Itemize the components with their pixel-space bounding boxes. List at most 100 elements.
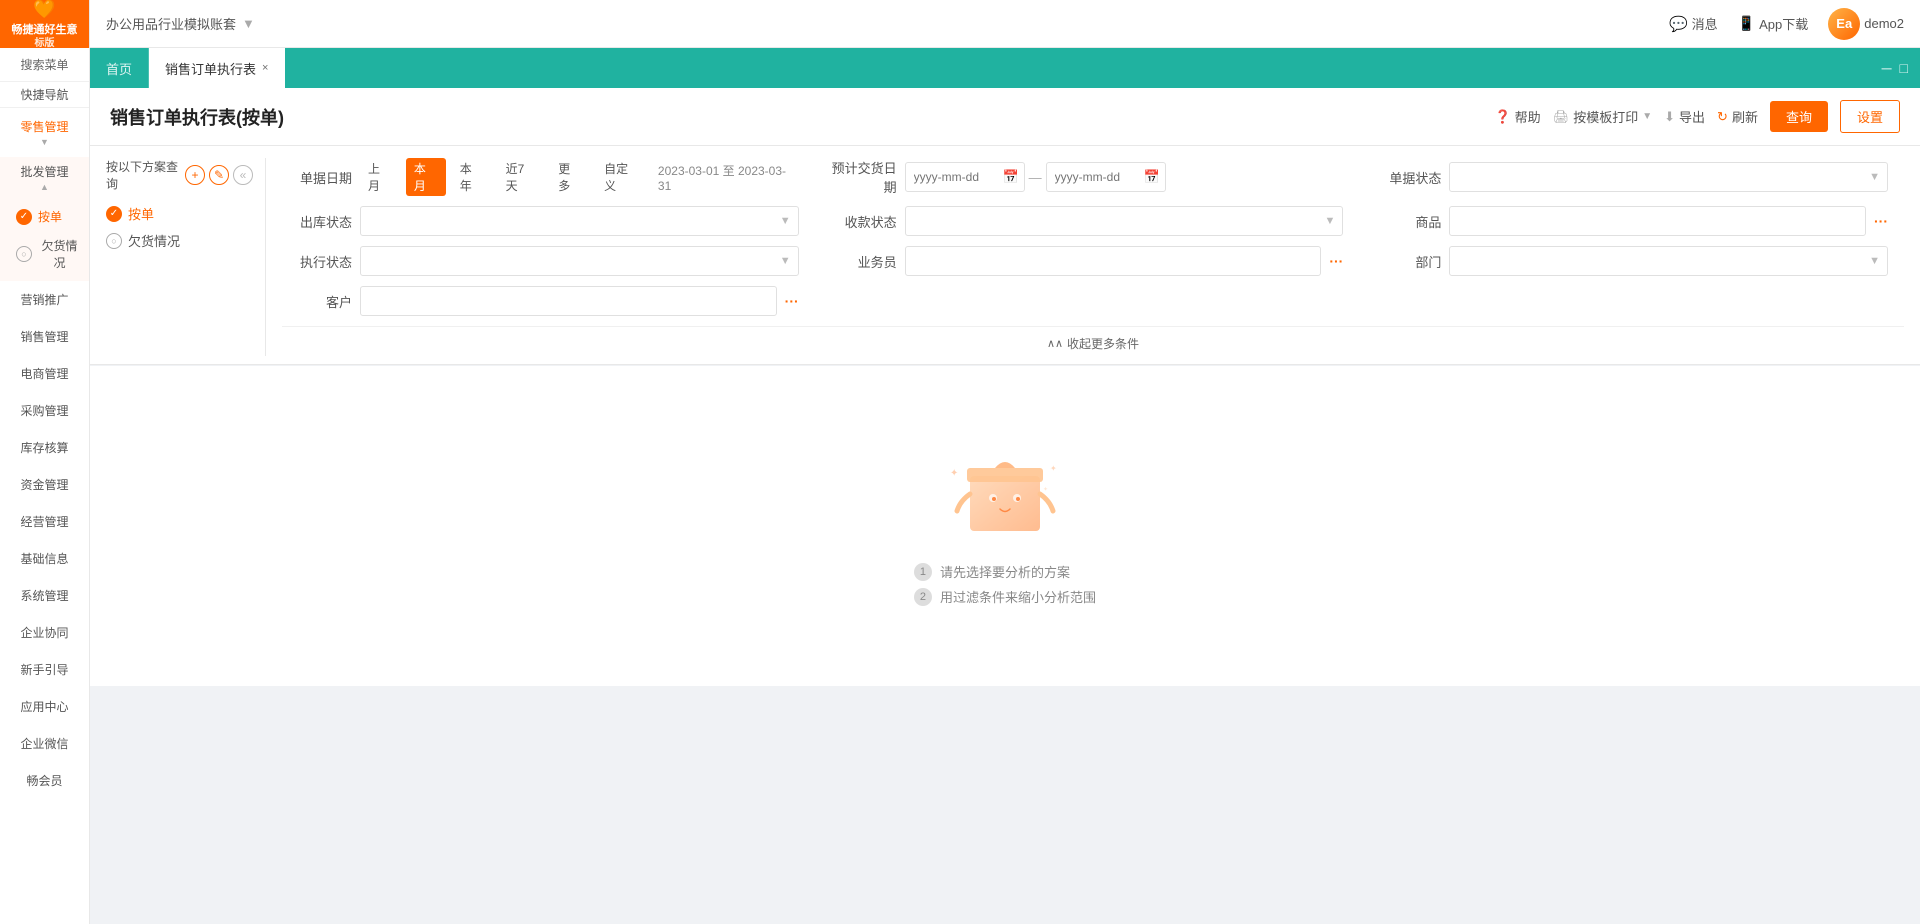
sidebar-item-wechat[interactable]: 企业微信	[0, 725, 89, 762]
outbound-select[interactable]	[360, 206, 799, 236]
sidebar-item-member-label: 畅会员	[26, 772, 62, 789]
scheme-item-欠货-label: 欠货情况	[128, 231, 180, 250]
export-button[interactable]: ⬇ 导出	[1664, 107, 1705, 126]
window-maximize-icon[interactable]: □	[1900, 60, 1908, 76]
tab-sales-order[interactable]: 销售订单执行表 ×	[149, 48, 285, 88]
sidebar-subitem-欠货[interactable]: ○ 欠货情况	[0, 231, 89, 277]
sidebar-item-finance[interactable]: 资金管理	[0, 466, 89, 503]
sidebar-item-enterprise[interactable]: 企业协同	[0, 614, 89, 651]
circle-outline-icon: ○	[16, 246, 32, 262]
sidebar-item-operations-label: 经营管理	[20, 513, 68, 530]
msg-icon: 💬	[1669, 15, 1688, 33]
collapse-scheme-button[interactable]: «	[233, 165, 253, 185]
sidebar-item-basic[interactable]: 基础信息	[0, 540, 89, 577]
payment-select-wrapper: ▼	[905, 206, 1344, 236]
payment-select[interactable]	[905, 206, 1344, 236]
settings-label: 设置	[1857, 107, 1883, 126]
status-select-wrapper: ▼	[1449, 162, 1888, 192]
inactive-scheme-icon: ○	[106, 233, 122, 249]
salesman-input[interactable]	[905, 246, 1322, 276]
subitem-欠货-label: 欠货情况	[38, 237, 81, 271]
sidebar-item-inventory[interactable]: 库存核算	[0, 429, 89, 466]
shortcut-nav[interactable]: 快捷导航	[0, 82, 89, 108]
date-custom-btn[interactable]: 自定义	[596, 158, 648, 196]
filter-sidebar-controls: + ✎ «	[185, 165, 253, 185]
outbound-select-wrapper: ▼	[360, 206, 799, 236]
date-last7-btn[interactable]: 近7天	[498, 158, 545, 196]
sidebar-item-finance-label: 资金管理	[20, 476, 68, 493]
msg-label: 消息	[1692, 14, 1718, 33]
sidebar-item-operations[interactable]: 经营管理	[0, 503, 89, 540]
sidebar-item-retail-label: 零售管理	[20, 118, 68, 135]
sidebar-item-sales[interactable]: 销售管理	[0, 318, 89, 355]
sidebar-item-purchase[interactable]: 采购管理	[0, 392, 89, 429]
empty-state: ✦ ✦ ✦ 1 请先选择要分析的方案 2 用过滤条件来缩小分析范围	[90, 366, 1920, 686]
filter-sidebar-header: 按以下方案查询 + ✎ «	[106, 158, 253, 192]
help-button[interactable]: ❓ 帮助	[1494, 107, 1540, 126]
tabs-bar: 首页 销售订单执行表 × ─ □	[90, 48, 1920, 88]
collapse-bar[interactable]: ∧∧ 收起更多条件	[282, 326, 1904, 356]
sidebar-item-newbie[interactable]: 新手引导	[0, 651, 89, 688]
payment-label: 收款状态	[827, 212, 897, 231]
delivery-end-input[interactable]	[1046, 162, 1166, 192]
tab-close-icon[interactable]: ×	[262, 62, 268, 74]
refresh-button[interactable]: ↻ 刷新	[1717, 107, 1758, 126]
scheme-item-按单[interactable]: ✓ 按单	[106, 200, 253, 227]
chevron-down-icon: ▼	[40, 137, 49, 147]
tab-home[interactable]: 首页	[90, 48, 149, 88]
header-dropdown-icon[interactable]: ▼	[242, 16, 255, 31]
customer-more-icon[interactable]: ···	[785, 293, 799, 309]
search-menu[interactable]: 搜索菜单	[0, 48, 89, 82]
user-profile[interactable]: Ea demo2	[1828, 8, 1904, 40]
customer-input[interactable]	[360, 286, 777, 316]
goods-input[interactable]	[1449, 206, 1866, 236]
msg-action[interactable]: 💬 消息	[1669, 14, 1718, 33]
date-last-month-btn[interactable]: 上月	[360, 158, 400, 196]
date-this-month-btn[interactable]: 本月	[406, 158, 446, 196]
date-this-year-btn[interactable]: 本年	[452, 158, 492, 196]
filter-col-status: 单据状态 ▼	[1371, 162, 1904, 192]
scheme-item-欠货[interactable]: ○ 欠货情况	[106, 227, 253, 254]
delivery-start-input[interactable]	[905, 162, 1025, 192]
filter-row-1: 单据日期 上月 本月 本年 近7天 更多 自定义 2023-03-01 至 20…	[282, 158, 1904, 196]
tab-home-label: 首页	[106, 59, 132, 78]
sidebar-item-system[interactable]: 系统管理	[0, 577, 89, 614]
settings-button[interactable]: 设置	[1840, 100, 1900, 133]
sidebar-item-retail[interactable]: 零售管理 ▼	[0, 108, 89, 157]
sidebar-item-wholesale[interactable]: 批发管理 ▲ ✓ 按单 ○ 欠货情况	[0, 157, 89, 281]
exec-select[interactable]	[360, 246, 799, 276]
dept-select[interactable]	[1449, 246, 1888, 276]
filter-col-exec: 执行状态 ▼	[282, 246, 815, 276]
refresh-label: 刷新	[1732, 107, 1758, 126]
date-group: 上月 本月 本年 近7天 更多 自定义 2023-03-01 至 2023-03…	[360, 158, 799, 196]
app-download-action[interactable]: 📱 App下载	[1738, 14, 1809, 33]
sidebar-item-marketing[interactable]: 营销推广	[0, 281, 89, 318]
query-label: 查询	[1786, 107, 1812, 126]
goods-more-icon[interactable]: ···	[1874, 213, 1888, 229]
query-button[interactable]: 查询	[1770, 101, 1828, 132]
status-select[interactable]	[1449, 162, 1888, 192]
header-actions: 💬 消息 📱 App下载 Ea demo2	[1669, 8, 1904, 40]
app-logo[interactable]: 🧡 畅捷通好生意 标版	[0, 0, 89, 48]
sidebar-item-inventory-label: 库存核算	[20, 439, 68, 456]
sidebar-item-apps[interactable]: 应用中心	[0, 688, 89, 725]
sidebar-subitem-按单[interactable]: ✓ 按单	[0, 202, 89, 231]
edit-scheme-button[interactable]: ✎	[209, 165, 229, 185]
delivery-label: 预计交货日期	[827, 158, 897, 196]
salesman-more-icon[interactable]: ···	[1329, 253, 1343, 269]
empty-tip-1-text: 请先选择要分析的方案	[940, 562, 1070, 581]
filter-col-goods: 商品 ···	[1371, 206, 1904, 236]
page-header: 销售订单执行表(按单) ❓ 帮助 🖨 按模板打印 ▼ ⬇ 导出 ↻ 刷新	[90, 88, 1920, 146]
filter-sidebar: 按以下方案查询 + ✎ « ✓ 按单 ○ 欠货情况	[106, 158, 266, 356]
sidebar-item-purchase-label: 采购管理	[20, 402, 68, 419]
sidebar-item-member[interactable]: 畅会员	[0, 762, 89, 799]
add-scheme-button[interactable]: +	[185, 165, 205, 185]
print-label: 按模板打印	[1573, 107, 1638, 126]
export-label: 导出	[1679, 107, 1705, 126]
header-page-title: 办公用品行业模拟账套	[106, 14, 236, 33]
search-menu-label: 搜索菜单	[20, 58, 68, 72]
sidebar-item-ecommerce[interactable]: 电商管理	[0, 355, 89, 392]
date-more-btn[interactable]: 更多	[550, 158, 590, 196]
window-minimize-icon[interactable]: ─	[1882, 60, 1892, 76]
print-button[interactable]: 🖨 按模板打印 ▼	[1553, 107, 1652, 126]
